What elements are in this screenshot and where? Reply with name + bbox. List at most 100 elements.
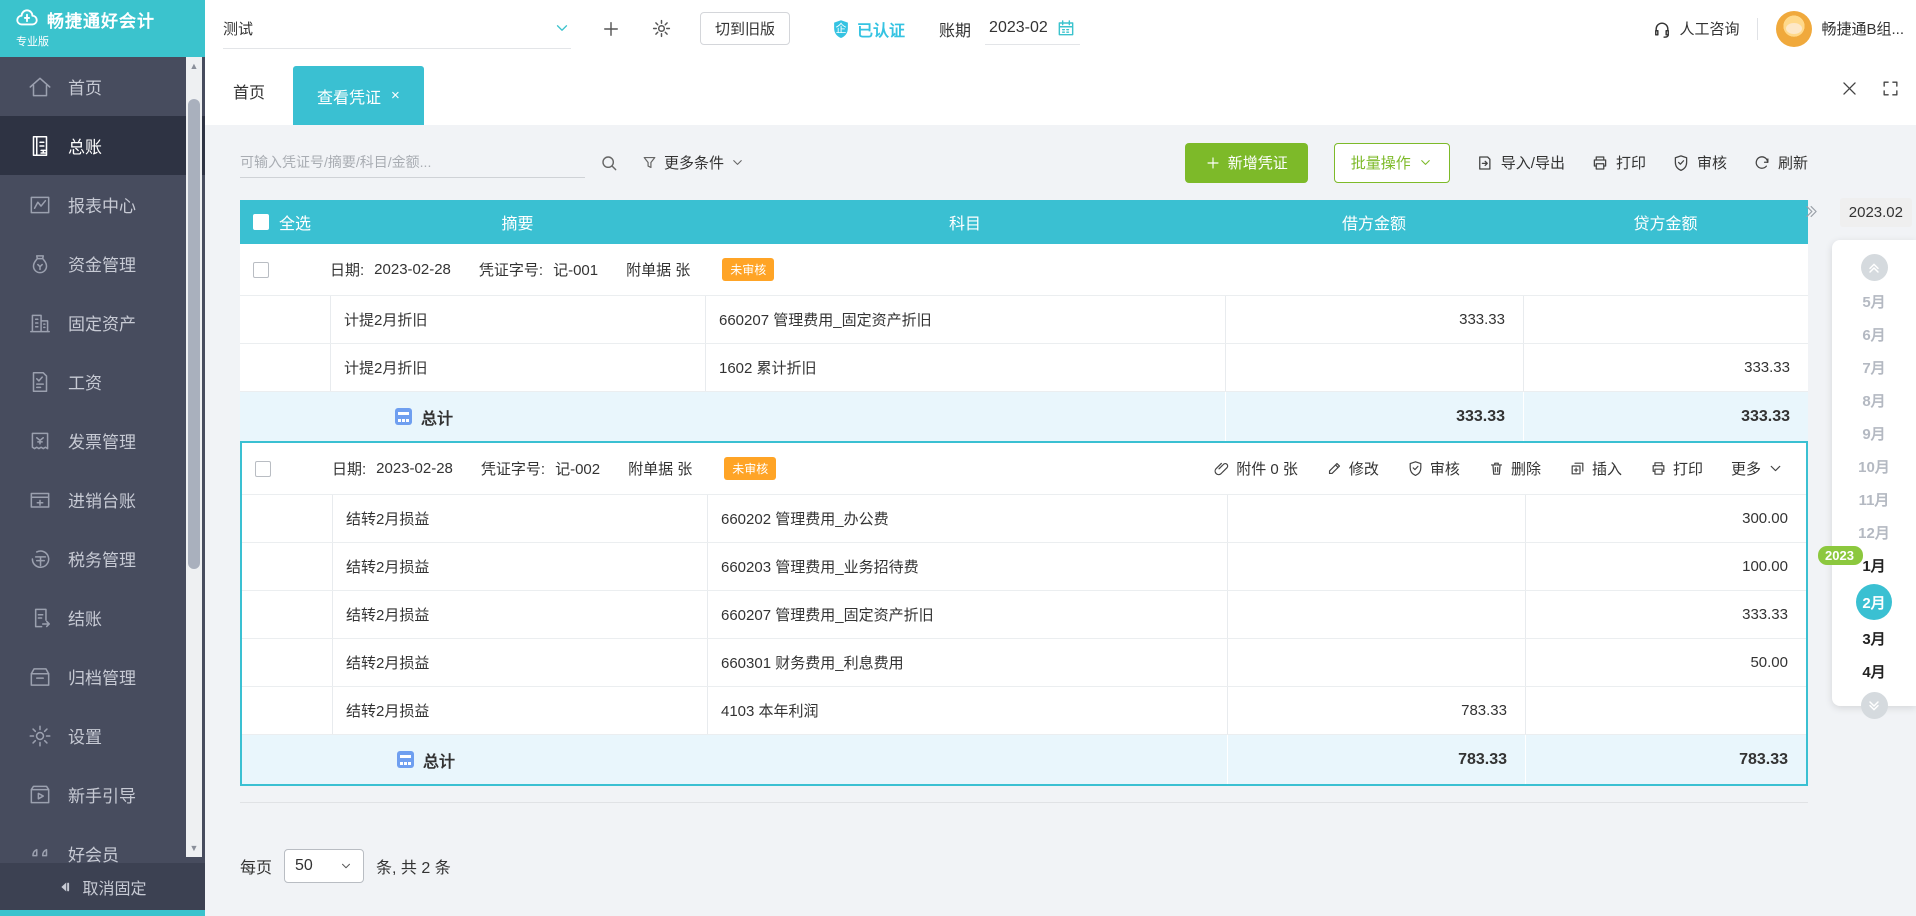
total-count-label: 条, 共 2 条 — [376, 860, 451, 877]
sidebar-item-tax[interactable]: 税务管理 — [0, 529, 205, 588]
trash-icon — [1488, 460, 1505, 477]
tab-view-voucher[interactable]: 查看凭证 × — [293, 66, 424, 125]
tab-bar: 首页 查看凭证 × — [205, 57, 1916, 125]
batch-actions-button[interactable]: 批量操作 — [1333, 142, 1450, 183]
sidebar-item-general-ledger[interactable]: 总账 — [0, 116, 205, 175]
account-switcher[interactable]: 测试 — [223, 9, 571, 49]
scroll-down-arrow[interactable]: ▼ — [186, 843, 202, 853]
add-voucher-button[interactable]: 新增凭证 — [1184, 142, 1308, 183]
month-item[interactable]: 9月 — [1844, 417, 1904, 450]
table-row[interactable]: 结转2月损益 4103 本年利润 783.33 — [242, 687, 1806, 735]
money-bag-icon — [27, 251, 53, 277]
audit-row-button[interactable]: 审核 — [1407, 458, 1460, 479]
import-export-button[interactable]: 导入/导出 — [1476, 152, 1565, 173]
sidebar-item-report-center[interactable]: 报表中心 — [0, 175, 205, 234]
month-item[interactable]: 5月 — [1844, 285, 1904, 318]
table-row[interactable]: 结转2月损益 660301 财务费用_利息费用 50.00 — [242, 639, 1806, 687]
month-item[interactable]: 4月 — [1844, 655, 1904, 688]
sidebar-item-home[interactable]: 首页 — [0, 57, 205, 116]
print-row-button[interactable]: 打印 — [1650, 458, 1703, 479]
total-label: 总计 — [421, 410, 454, 428]
sidebar-item-salary[interactable]: 工资 — [0, 352, 205, 411]
attachment-button[interactable]: 附件 0 张 — [1213, 458, 1298, 479]
sidebar-item-fixed-assets[interactable]: 固定资产 — [0, 293, 205, 352]
refresh-button[interactable]: 刷新 — [1753, 152, 1808, 173]
scroll-months-down-button[interactable] — [1860, 692, 1888, 719]
sidebar-item-settings[interactable]: 设置 — [0, 706, 205, 765]
tab-close-icon[interactable]: × — [391, 87, 400, 104]
scroll-up-arrow[interactable]: ▲ — [186, 61, 202, 71]
per-page-select[interactable]: 50 — [284, 849, 365, 883]
fullscreen-icon[interactable] — [1881, 79, 1900, 98]
table-row[interactable]: 计提2月折旧 660207 管理费用_固定资产折旧 333.33 — [240, 296, 1808, 344]
unpin-label: 取消固定 — [82, 880, 147, 898]
edit-button[interactable]: 修改 — [1326, 458, 1379, 479]
table-row[interactable]: 结转2月损益 660207 管理费用_固定资产折旧 333.33 — [242, 591, 1806, 639]
audit-button[interactable]: 审核 — [1672, 152, 1727, 173]
print-label: 打印 — [1672, 461, 1703, 478]
tax-icon — [27, 546, 53, 572]
support-button[interactable]: 人工咨询 — [1652, 18, 1739, 39]
more-filters-button[interactable]: 更多条件 — [641, 152, 745, 173]
user-name[interactable]: 畅捷通B组... — [1821, 18, 1904, 39]
total-label: 总计 — [423, 753, 456, 771]
month-item[interactable]: 7月 — [1844, 351, 1904, 384]
month-item[interactable]: 3月 — [1844, 622, 1904, 655]
select-all-checkbox[interactable] — [253, 214, 269, 230]
funnel-icon — [641, 154, 658, 171]
cell-account: 660202 管理费用_办公费 — [707, 495, 1227, 542]
app-logo[interactable]: 畅捷通好会计 专业版 — [0, 0, 205, 57]
month-item[interactable]: 10月 — [1844, 450, 1904, 483]
switch-old-version-button[interactable]: 切到旧版 — [700, 12, 791, 45]
insert-button[interactable]: 插入 — [1569, 458, 1622, 479]
search-input[interactable] — [240, 147, 585, 178]
month-item[interactable]: 11月 — [1844, 483, 1904, 516]
total-calc-icon — [395, 408, 412, 425]
scroll-months-up-button[interactable] — [1860, 254, 1888, 281]
date-label: 日期: — [332, 461, 367, 478]
sidebar-scrollbar[interactable]: ▲ ▼ — [186, 57, 202, 857]
sidebar-item-closing[interactable]: 结账 — [0, 588, 205, 647]
voucher-total-row: 总计 333.33 333.33 — [240, 392, 1808, 441]
search-icon[interactable] — [599, 153, 619, 173]
sidebar-item-beginner-guide[interactable]: 新手引导 — [0, 765, 205, 824]
more-button[interactable]: 更多 — [1731, 458, 1784, 479]
table-row[interactable]: 结转2月损益 660202 管理费用_办公费 300.00 — [242, 495, 1806, 543]
month-item[interactable]: 6月 — [1844, 318, 1904, 351]
collapse-panel-icon[interactable] — [1803, 203, 1820, 220]
sidebar-item-purchase-sales[interactable]: 进销台账 — [0, 470, 205, 529]
column-header-debit: 借方金额 — [1341, 216, 1406, 233]
scrollbar-thumb[interactable] — [188, 99, 200, 569]
double-chevron-down-icon — [1866, 698, 1882, 714]
close-icon[interactable] — [1840, 79, 1859, 98]
month-item[interactable]: 12月 — [1844, 516, 1904, 549]
ledger-icon — [27, 133, 53, 159]
month-item-selected[interactable]: 2月 — [1856, 584, 1892, 620]
double-chevron-up-icon — [1866, 260, 1882, 276]
year-badge: 2023 — [1818, 546, 1863, 565]
avatar[interactable] — [1776, 10, 1813, 47]
tab-home[interactable]: 首页 — [205, 57, 293, 125]
cell-debit: 783.33 — [1227, 687, 1525, 734]
sidebar-item-invoice[interactable]: 发票管理 — [0, 411, 205, 470]
table-row[interactable]: 结转2月损益 660203 管理费用_业务招待费 100.00 — [242, 543, 1806, 591]
cell-debit — [1227, 639, 1525, 686]
voucher-checkbox[interactable] — [255, 460, 271, 477]
sidebar: 首页 总账 报表中心 资金管理 固定资产 工资 发票管理 进销台账 税务管理 结… — [0, 57, 205, 916]
sidebar-item-funds[interactable]: 资金管理 — [0, 234, 205, 293]
archive-icon — [27, 664, 53, 690]
period-picker[interactable]: 2023-02 — [985, 12, 1080, 45]
sidebar-item-archive[interactable]: 归档管理 — [0, 647, 205, 706]
print-button[interactable]: 打印 — [1591, 152, 1646, 173]
delete-button[interactable]: 删除 — [1488, 458, 1541, 479]
month-item[interactable]: 8月 — [1844, 384, 1904, 417]
settings-gear-button[interactable] — [651, 14, 672, 44]
add-button[interactable] — [601, 14, 621, 44]
table-row[interactable]: 计提2月折旧 1602 累计折旧 333.33 — [240, 344, 1808, 392]
cell-credit: 333.33 — [1523, 344, 1808, 391]
cell-summary: 计提2月折旧 — [330, 344, 705, 391]
voucher-checkbox[interactable] — [253, 261, 269, 278]
footer-separator — [240, 802, 1808, 803]
total-debit: 783.33 — [1227, 735, 1525, 784]
unpin-sidebar-button[interactable]: 取消固定 — [0, 863, 205, 910]
